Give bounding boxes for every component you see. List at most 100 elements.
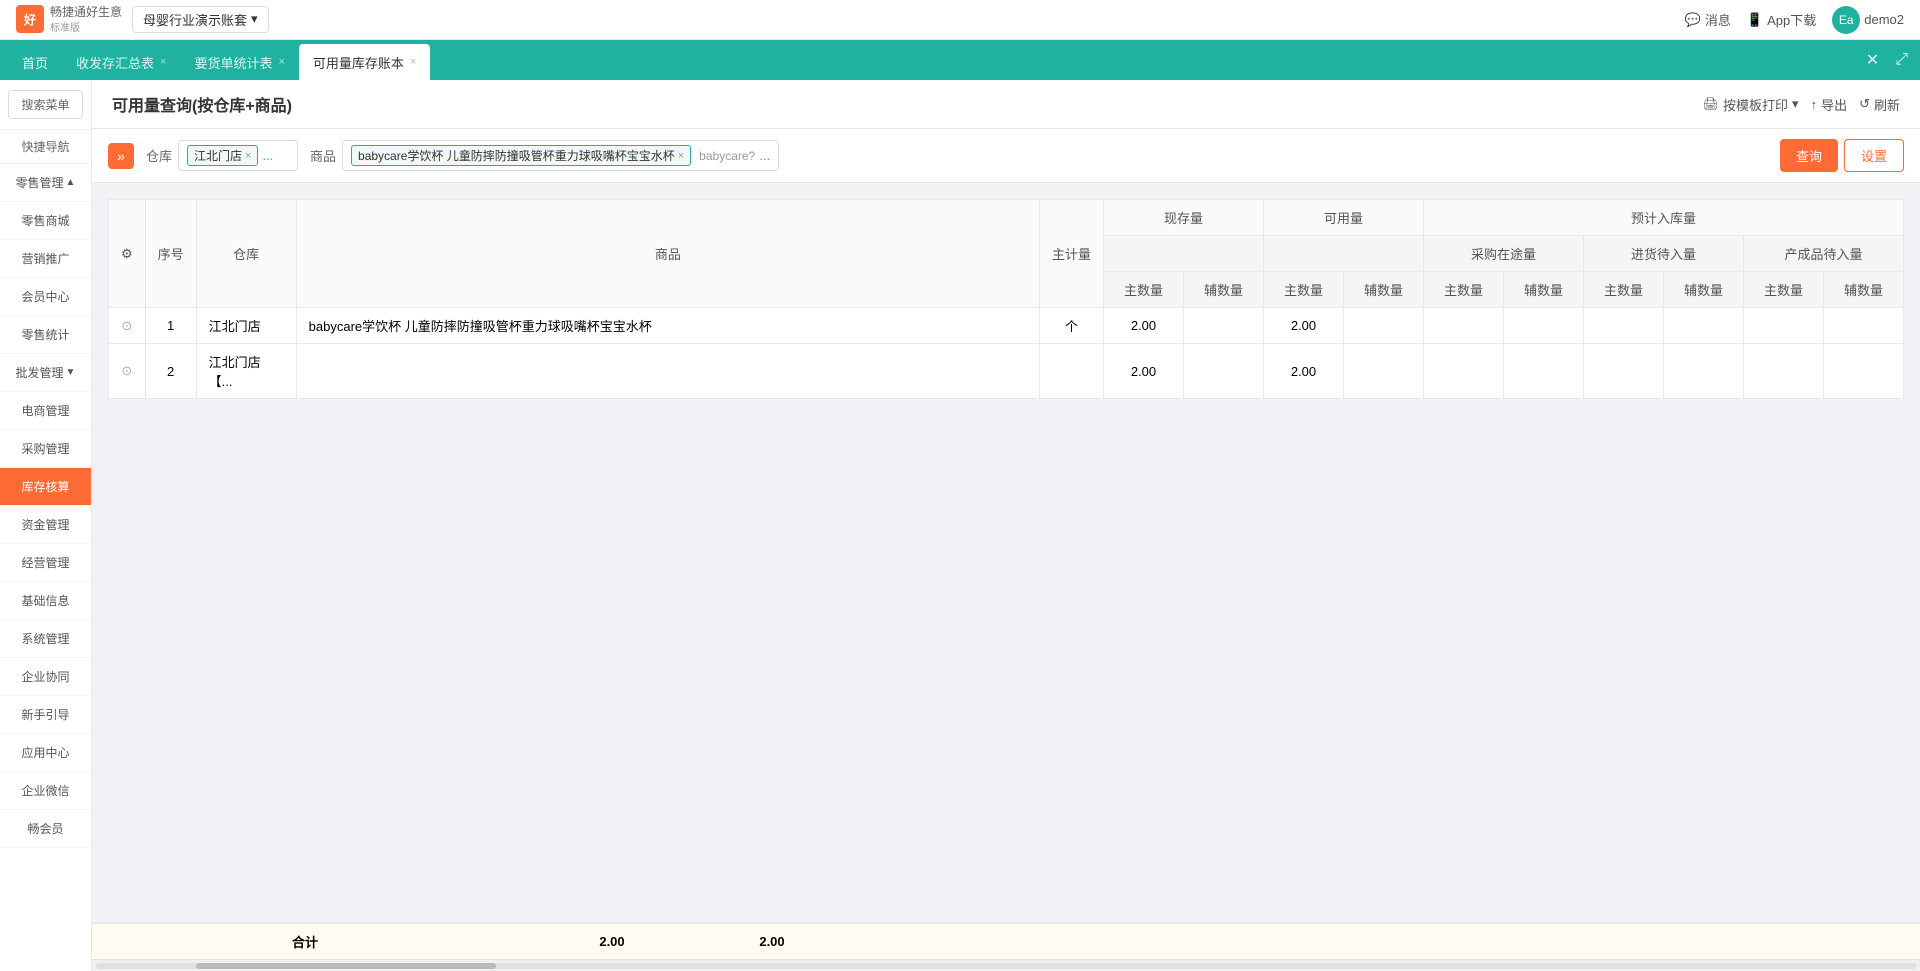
row-produce-main	[1744, 344, 1824, 399]
filter-product-input[interactable]: babycare学饮杯 儿童防摔防撞吸管杯重力球吸嘴杯宝宝水杯 × babyca…	[342, 140, 779, 171]
phone-icon: 📱	[1747, 12, 1763, 28]
sidebar-enterprise-label: 企业协同	[21, 668, 69, 685]
data-table: ⚙ 序号 仓库 商品 主计量 现存量 可用量 预计入库量 采购在途量 进货待入量	[108, 199, 1904, 399]
page-actions: 🖨 按模板打印 ▾ ↑ 导出 ↺ 刷新	[1703, 95, 1901, 114]
row-inbound-aux	[1664, 344, 1744, 399]
filter-warehouse-tag-close[interactable]: ×	[245, 150, 251, 162]
filter-product-tag1-close[interactable]: ×	[678, 150, 684, 162]
print-button[interactable]: 🖨 按模板打印 ▾	[1703, 95, 1799, 114]
sidebar-item-enterprise-wechat[interactable]: 企业微信	[0, 772, 91, 810]
sidebar-item-app-center[interactable]: 应用中心	[0, 734, 91, 772]
tab-orders[interactable]: 要货单统计表 ×	[180, 44, 298, 80]
row-produce-main	[1744, 308, 1824, 344]
tab-receivables-label: 收发存汇总表	[76, 53, 154, 72]
sidebar-wholesale-mgmt-label: 批发管理	[16, 364, 64, 381]
tab-home[interactable]: 首页	[8, 44, 62, 80]
sidebar-item-ecommerce[interactable]: 电商管理	[0, 392, 91, 430]
print-label: 按模板打印	[1723, 95, 1788, 114]
col-inbound-pending-header: 进货待入量	[1584, 236, 1744, 272]
col-stock-aux-header: 辅数量	[1184, 272, 1264, 308]
refresh-button[interactable]: ↺ 刷新	[1859, 95, 1900, 114]
row-stock-aux	[1184, 344, 1264, 399]
table-row: ⊙ 2 江北门店【... 2.00 2.00	[109, 344, 1904, 399]
page-title: 可用量查询(按仓库+商品)	[112, 92, 292, 116]
sidebar-item-inventory[interactable]: 库存核算	[0, 468, 91, 506]
sidebar-item-member[interactable]: 会员中心	[0, 278, 91, 316]
col-stock-main-header: 主数量	[1104, 272, 1184, 308]
nav-close-btn[interactable]: ✕	[1862, 46, 1883, 74]
sidebar-finance-label: 资金管理	[21, 516, 69, 533]
row-purchase-main	[1424, 308, 1504, 344]
sidebar-item-enterprise[interactable]: 企业协同	[0, 658, 91, 696]
filter-product-dots[interactable]: ...	[759, 148, 770, 163]
col-stock-group-header: 现存量	[1104, 200, 1264, 236]
sidebar-item-retail-mgmt[interactable]: 零售管理 ▲	[0, 164, 91, 202]
logo-area: 好 畅捷通好生意 标准版	[16, 5, 122, 34]
tab-receivables[interactable]: 收发存汇总表 ×	[62, 44, 180, 80]
col-purchase-aux-header: 辅数量	[1504, 272, 1584, 308]
row-inbound-main	[1584, 344, 1664, 399]
table-footer: 合计 2.00 2.00	[92, 922, 1920, 959]
col-product-header: 商品	[296, 200, 1039, 308]
content-area: 可用量查询(按仓库+商品) 🖨 按模板打印 ▾ ↑ 导出 ↺ 刷新 »	[92, 80, 1920, 971]
filter-product-item: 商品 babycare学饮杯 儿童防摔防撞吸管杯重力球吸嘴杯宝宝水杯 × bab…	[310, 140, 779, 171]
sidebar-retail-mgmt-label: 零售管理	[16, 174, 64, 191]
sidebar-basic-info-label: 基础信息	[21, 592, 69, 609]
download-label: App下载	[1767, 10, 1816, 29]
query-button[interactable]: 查询	[1780, 139, 1838, 172]
col-avail-aux-header: 辅数量	[1344, 272, 1424, 308]
col-produce-main-header: 主数量	[1744, 272, 1824, 308]
refresh-icon: ↺	[1859, 96, 1870, 112]
tab-orders-close[interactable]: ×	[278, 56, 284, 68]
row-gear[interactable]: ⊙	[109, 308, 146, 344]
tenant-selector[interactable]: 母婴行业演示账套 ▾	[132, 6, 269, 33]
search-menu-button[interactable]: 搜索菜单	[8, 90, 83, 119]
sidebar-item-onboarding[interactable]: 新手引导	[0, 696, 91, 734]
message-item[interactable]: 💬 消息	[1685, 10, 1731, 29]
logo-text: 畅捷通好生意	[50, 5, 122, 19]
tab-inventory[interactable]: 可用量库存账本 ×	[299, 44, 430, 80]
col-warehouse-header: 仓库	[196, 200, 296, 308]
nav-expand-btn[interactable]: ⤢	[1891, 47, 1912, 73]
sidebar-item-retail-store[interactable]: 零售商城	[0, 202, 91, 240]
filter-warehouse-dots[interactable]: ...	[262, 148, 273, 163]
tab-inventory-close[interactable]: ×	[410, 56, 416, 68]
refresh-label: 刷新	[1874, 95, 1900, 114]
export-button[interactable]: ↑ 导出	[1811, 95, 1848, 114]
table-header-top: ⚙ 序号 仓库 商品 主计量 现存量 可用量 预计入库量	[109, 200, 1904, 236]
app-download-item[interactable]: 📱 App下载	[1747, 10, 1816, 29]
table-scroll-bar[interactable]	[92, 959, 1920, 971]
row-purchase-aux	[1504, 308, 1584, 344]
footer-label: 合计	[292, 932, 512, 951]
sidebar-quick-nav[interactable]: 快捷导航	[0, 130, 91, 164]
sidebar-item-basic-info[interactable]: 基础信息	[0, 582, 91, 620]
sidebar-item-operation[interactable]: 经营管理	[0, 544, 91, 582]
sidebar-item-system[interactable]: 系统管理	[0, 620, 91, 658]
col-gear-header[interactable]: ⚙	[109, 200, 146, 308]
sidebar-item-finance[interactable]: 资金管理	[0, 506, 91, 544]
row-no: 2	[145, 344, 196, 399]
filter-warehouse-input[interactable]: 江北门店 × ...	[178, 140, 298, 171]
sidebar-vip-label: 畅会员	[27, 820, 63, 837]
row-gear[interactable]: ⊙	[109, 344, 146, 399]
filter-warehouse-item: 仓库 江北门店 × ...	[146, 140, 298, 171]
user-item[interactable]: Ea demo2	[1832, 6, 1904, 34]
col-avail-main-header: 主数量	[1264, 272, 1344, 308]
filter-expand-button[interactable]: »	[108, 143, 134, 169]
tab-receivables-close[interactable]: ×	[160, 56, 166, 68]
sidebar-enterprise-wechat-label: 企业微信	[21, 782, 69, 799]
sidebar-item-vip[interactable]: 畅会员	[0, 810, 91, 848]
sidebar-marketing-label: 营销推广	[21, 250, 69, 267]
row-avail-aux	[1344, 308, 1424, 344]
sidebar-item-marketing[interactable]: 营销推广	[0, 240, 91, 278]
top-bar: 好 畅捷通好生意 标准版 母婴行业演示账套 ▾ 💬 消息 📱 App下载 Ea …	[0, 0, 1920, 40]
sidebar-item-retail-stats[interactable]: 零售统计	[0, 316, 91, 354]
filter-product-label: 商品	[310, 146, 336, 165]
setting-button[interactable]: 设置	[1844, 139, 1904, 172]
sidebar-retail-mgmt-arrow: ▲	[66, 177, 76, 188]
row-avail-main: 2.00	[1264, 308, 1344, 344]
sidebar-ecommerce-label: 电商管理	[21, 402, 69, 419]
col-produce-pending-header: 产成品待入量	[1744, 236, 1904, 272]
sidebar-item-wholesale-mgmt[interactable]: 批发管理 ▼	[0, 354, 91, 392]
sidebar-item-purchase[interactable]: 采购管理	[0, 430, 91, 468]
